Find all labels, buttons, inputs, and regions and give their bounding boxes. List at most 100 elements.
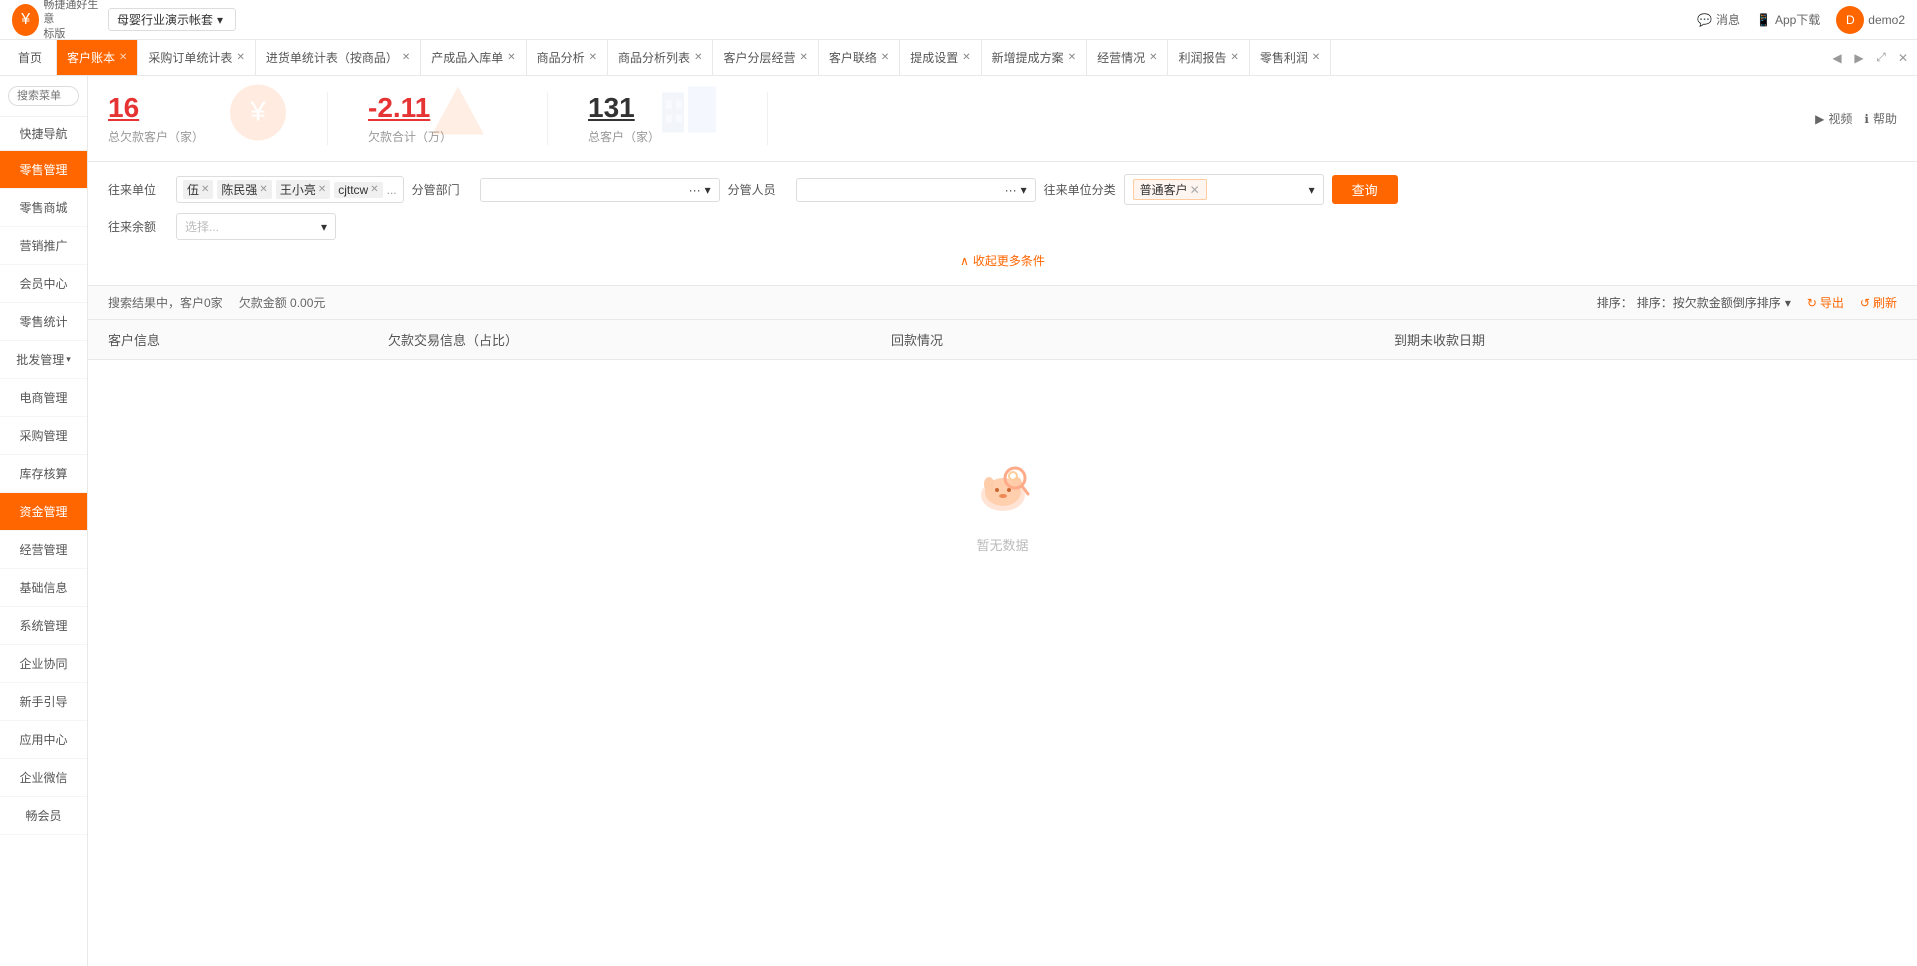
content-area: ¥ 16 总欠款客户（家） -2.11 欠款合计（万） 131 总客户（家）	[88, 76, 1917, 966]
sidebar-item-system[interactable]: 系统管理	[0, 607, 87, 645]
tab-goods-analysis[interactable]: 商品分析 ✕	[527, 40, 608, 76]
close-tab-icon[interactable]: ✕	[1312, 52, 1320, 63]
tab-left-arrow[interactable]: ◀	[1827, 48, 1847, 68]
close-tab-icon[interactable]: ✕	[694, 52, 702, 63]
sidebar-item-member-center[interactable]: 会员中心	[0, 265, 87, 303]
tab-close-all-icon[interactable]: ✕	[1893, 48, 1913, 68]
result-actions: 排序： 排序：按欠款金额倒序排序 ▾ ↻ 导出 ↺ 刷新	[1597, 294, 1897, 311]
tab-profit-report[interactable]: 利润报告 ✕	[1168, 40, 1249, 76]
more-tags-button[interactable]: ...	[387, 183, 397, 197]
sidebar-item-ecommerce[interactable]: 电商管理	[0, 379, 87, 417]
video-help-button[interactable]: ▶ 视频	[1815, 110, 1852, 127]
remove-tag-cjttcw[interactable]: ✕	[370, 184, 378, 195]
close-tab-icon[interactable]: ✕	[1231, 52, 1239, 63]
unit-type-select[interactable]: 普通客户 ✕ ▾	[1124, 174, 1324, 205]
sidebar-item-purchase[interactable]: 采购管理	[0, 417, 87, 455]
filter-area: 往来单位 伍 ✕ 陈民强 ✕ 王小亮 ✕ cjttcw	[88, 162, 1917, 286]
close-tab-icon[interactable]: ✕	[881, 52, 889, 63]
messages-button[interactable]: 💬 消息	[1697, 11, 1740, 28]
filter-row-1: 往来单位 伍 ✕ 陈民强 ✕ 王小亮 ✕ cjttcw	[108, 174, 1897, 205]
result-bar: 搜索结果中，客户0家 欠款金额 0.00元 排序： 排序：按欠款金额倒序排序 ▾…	[88, 286, 1917, 320]
close-tab-icon[interactable]: ✕	[402, 52, 410, 63]
dept-select[interactable]: ··· ▾	[480, 178, 720, 202]
export-button[interactable]: ↻ 导出	[1807, 294, 1844, 311]
unit-tag-input[interactable]: 伍 ✕ 陈民强 ✕ 王小亮 ✕ cjttcw ✕ ...	[176, 176, 404, 203]
person-select[interactable]: ··· ▾	[796, 178, 1036, 202]
unit-filter-label: 往来单位	[108, 181, 168, 198]
close-tab-icon[interactable]: ✕	[1149, 52, 1157, 63]
sidebar-item-retail-mall[interactable]: 零售商城	[0, 189, 87, 227]
sidebar-item-enterprise[interactable]: 企业协同	[0, 645, 87, 683]
sidebar-item-newbie[interactable]: 新手引导	[0, 683, 87, 721]
sidebar-item-retail[interactable]: 零售管理	[0, 151, 87, 189]
tab-goods-analysis-list[interactable]: 商品分析列表 ✕	[608, 40, 713, 76]
sidebar-item-marketing[interactable]: 营销推广	[0, 227, 87, 265]
debt-amount-text: 欠款金额 0.00元	[239, 294, 326, 311]
tab-customer-tier[interactable]: 客户分层经营 ✕	[713, 40, 818, 76]
tab-purchase-order-stats[interactable]: 采购订单统计表 ✕	[138, 40, 255, 76]
sidebar-item-basic-info[interactable]: 基础信息	[0, 569, 87, 607]
tab-add-commission[interactable]: 新增提成方案 ✕	[982, 40, 1087, 76]
sidebar-item-inventory[interactable]: 库存核算	[0, 455, 87, 493]
tab-inbound-stats[interactable]: 进货单统计表（按商品） ✕	[256, 40, 421, 76]
chevron-down-icon: ▾	[1309, 183, 1315, 197]
search-menu-input[interactable]	[8, 86, 79, 106]
close-tab-icon[interactable]: ✕	[799, 52, 807, 63]
svg-text:¥: ¥	[249, 95, 266, 126]
sidebar-item-operations[interactable]: 经营管理	[0, 531, 87, 569]
data-table: 客户信息 欠款交易信息（占比） 回款情况 到期未收款日期	[88, 320, 1917, 966]
sidebar-item-retail-stats[interactable]: 零售统计	[0, 303, 87, 341]
close-tab-icon[interactable]: ✕	[1068, 52, 1076, 63]
stats-bar: ¥ 16 总欠款客户（家） -2.11 欠款合计（万） 131 总客户（家）	[88, 76, 1917, 162]
stat-value-debt-amount[interactable]: -2.11	[368, 92, 430, 124]
account-selector[interactable]: 母婴行业演示帐套 ▾	[108, 8, 236, 31]
close-tab-icon[interactable]: ✕	[119, 52, 127, 63]
tag-cjttcw: cjttcw ✕	[334, 182, 382, 198]
app-download-button[interactable]: 📱 App下载	[1756, 11, 1820, 28]
tab-home[interactable]: 首页	[4, 40, 57, 76]
collapse-filter-button[interactable]: ∧ 收起更多条件	[944, 248, 1061, 273]
tab-customer-ledger[interactable]: 客户账本 ✕	[57, 40, 138, 76]
tab-commission-settings[interactable]: 提成设置 ✕	[900, 40, 981, 76]
chevron-up-icon: ∧	[960, 254, 969, 268]
close-tab-icon[interactable]: ✕	[507, 52, 515, 63]
amount-select[interactable]: 选择... ▾	[176, 213, 336, 240]
tag-chen: 陈民强 ✕	[217, 180, 271, 199]
refresh-button[interactable]: ↺ 刷新	[1860, 294, 1897, 311]
sidebar-item-app-center[interactable]: 应用中心	[0, 721, 87, 759]
tab-production-inbound[interactable]: 产成品入库单 ✕	[421, 40, 526, 76]
query-button[interactable]: 查询	[1332, 175, 1398, 204]
expand-icon: ···	[1005, 183, 1017, 197]
remove-tag-chen[interactable]: ✕	[259, 184, 267, 195]
close-tab-icon[interactable]: ✕	[589, 52, 597, 63]
user-menu[interactable]: D demo2	[1836, 6, 1905, 34]
sidebar-item-wholesale[interactable]: 批发管理 ▾	[0, 341, 87, 379]
sidebar-item-wechat[interactable]: 企业微信	[0, 759, 87, 797]
col-due-date: 到期未收款日期	[1394, 330, 1897, 349]
sidebar-item-member[interactable]: 畅会员	[0, 797, 87, 835]
stat-value-debt-customers[interactable]: 16	[108, 92, 139, 124]
tab-right-arrow[interactable]: ▶	[1849, 48, 1869, 68]
sort-select[interactable]: 排序： 排序：按欠款金额倒序排序 ▾	[1597, 294, 1791, 311]
header-right: 💬 消息 📱 App下载 D demo2	[1697, 6, 1905, 34]
table-header: 客户信息 欠款交易信息（占比） 回款情况 到期未收款日期	[88, 320, 1917, 360]
sidebar-item-finance[interactable]: 资金管理	[0, 493, 87, 531]
tag-wu: 伍 ✕	[183, 180, 213, 199]
remove-tag-wang[interactable]: ✕	[318, 184, 326, 195]
col-debt-info: 欠款交易信息（占比）	[388, 330, 891, 349]
close-tab-icon[interactable]: ✕	[962, 52, 970, 63]
remove-tag-wu[interactable]: ✕	[201, 184, 209, 195]
tab-customer-contact[interactable]: 客户联络 ✕	[819, 40, 900, 76]
stat-debt-customers: ¥ 16 总欠款客户（家）	[108, 92, 328, 145]
tab-expand-icon[interactable]: ⤢	[1871, 48, 1891, 68]
help-button[interactable]: ℹ 帮助	[1864, 110, 1897, 127]
tab-retail-profit[interactable]: 零售利润 ✕	[1250, 40, 1331, 76]
remove-unit-type-tag[interactable]: ✕	[1190, 183, 1200, 197]
unit-type-filter-label: 往来单位分类	[1044, 181, 1116, 198]
sidebar-item-quick-nav[interactable]: 快捷导航	[0, 117, 87, 151]
chevron-down-icon: ▾	[1785, 296, 1791, 310]
stat-value-total-customers[interactable]: 131	[588, 92, 635, 124]
tab-operations[interactable]: 经营情况 ✕	[1087, 40, 1168, 76]
close-tab-icon[interactable]: ✕	[236, 52, 244, 63]
chevron-down-icon: ▾	[66, 354, 71, 365]
